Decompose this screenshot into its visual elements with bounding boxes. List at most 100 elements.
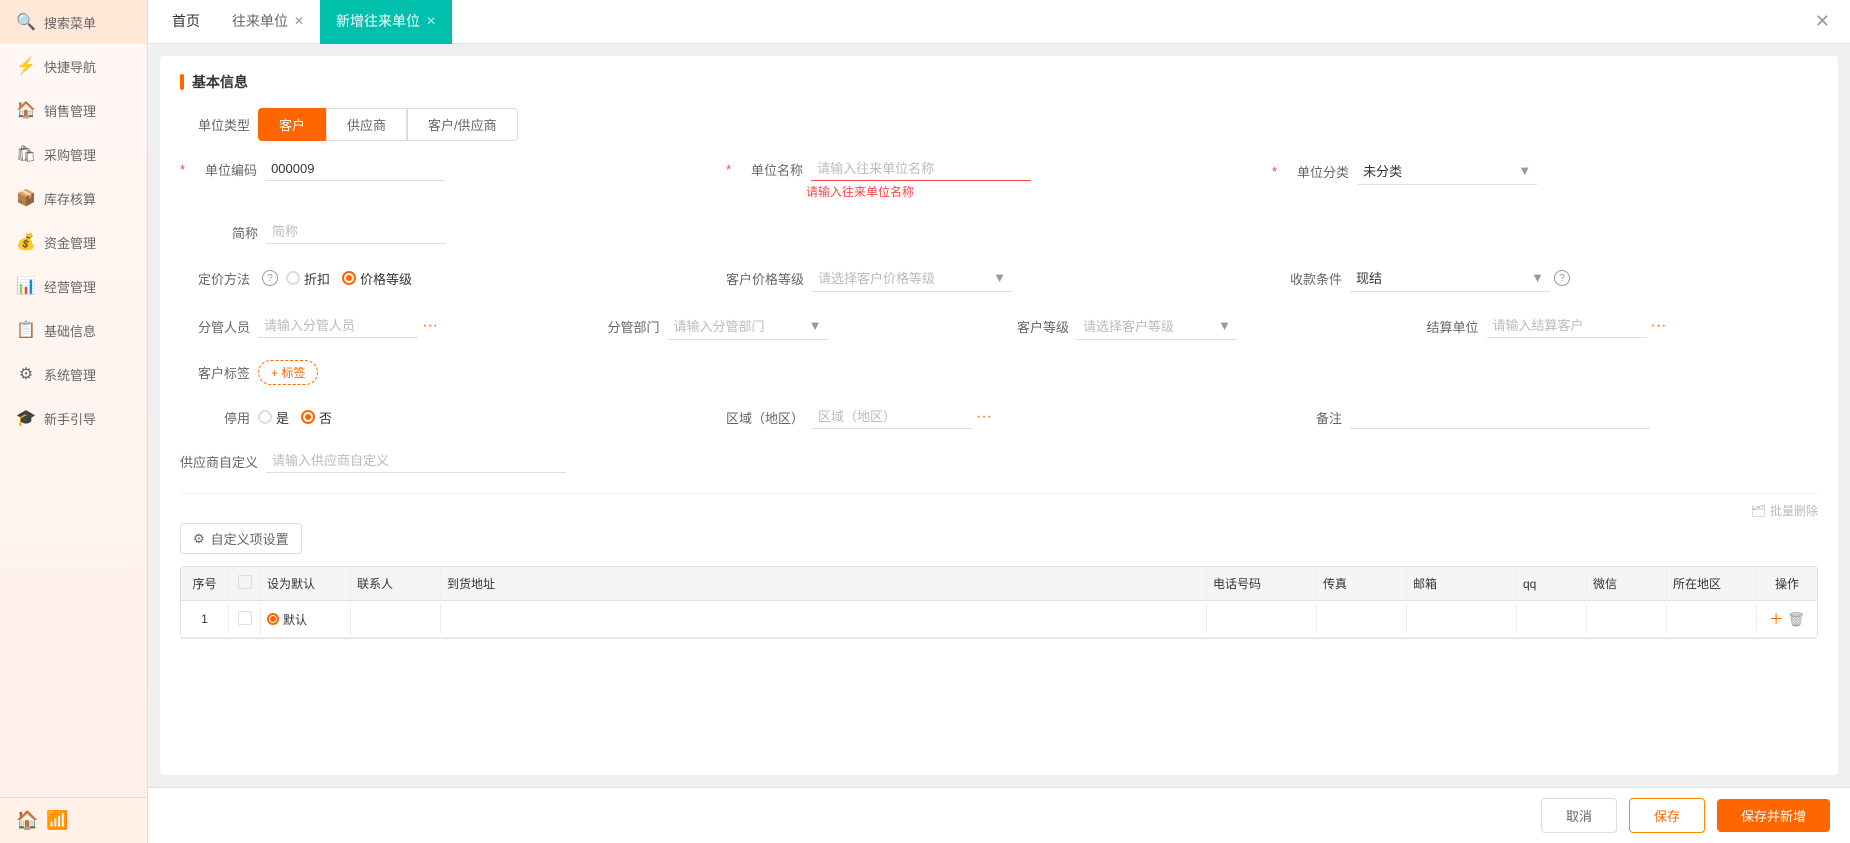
department-label: 分管部门 (590, 317, 660, 336)
required-unit-category: * (1272, 164, 1277, 179)
sidebar-item-quick-nav[interactable]: ⚡ 快捷导航 (0, 44, 147, 88)
window-close-button[interactable]: ✕ (1803, 11, 1842, 32)
manager-ellipsis[interactable]: ··· (418, 317, 442, 335)
row-contact[interactable] (351, 604, 441, 634)
customer-price-level-select[interactable]: 请选择客户价格等级 ▼ (812, 264, 1012, 292)
customer-tag-label: 客户标签 (180, 363, 250, 382)
unit-code-input[interactable] (265, 157, 445, 181)
row-fax-input[interactable] (1323, 612, 1400, 626)
region-ellipsis[interactable]: ··· (972, 408, 996, 426)
row-phone-input[interactable] (1213, 612, 1310, 626)
sidebar-item-inventory[interactable]: 📦 库存核算 (0, 176, 147, 220)
supplier-custom-input[interactable] (266, 449, 566, 473)
sidebar-item-purchase[interactable]: 🛍 采购管理 (0, 132, 147, 176)
contact-table: 序号 设为默认 联系人 到货地址 电话号码 传真 邮箱 qq 微信 所在地区 操… (180, 566, 1818, 639)
sidebar-item-label: 系统管理 (44, 365, 96, 384)
unit-type-customer[interactable]: 客户 (258, 108, 326, 141)
payment-terms-select[interactable]: 现结 ▼ (1350, 264, 1550, 292)
row-contact-input[interactable] (357, 612, 434, 626)
row-delete-icon[interactable]: 🗑 (1787, 611, 1805, 628)
sidebar-item-guide[interactable]: 🎓 新手引导 (0, 396, 147, 440)
payment-terms-help-icon[interactable]: ? (1554, 270, 1570, 286)
row-add-icon[interactable]: ＋ (1769, 609, 1783, 629)
short-name-input[interactable] (266, 220, 446, 244)
row-wechat[interactable] (1587, 604, 1667, 634)
payment-terms-label: 收款条件 (1272, 269, 1342, 288)
sidebar-item-search[interactable]: 🔍 搜索菜单 (0, 0, 147, 44)
unit-type-supplier[interactable]: 供应商 (326, 108, 407, 141)
col-header-seq: 序号 (181, 567, 229, 600)
pricing-discount[interactable]: 折扣 (286, 269, 330, 288)
pricing-help-icon[interactable]: ? (262, 270, 278, 286)
unit-type-group: 客户 供应商 客户/供应商 (258, 108, 518, 141)
short-name-field: 简称 (180, 220, 1810, 244)
row-qq[interactable] (1517, 604, 1587, 634)
row-default-radio[interactable] (267, 613, 279, 625)
sidebar-item-basic-info[interactable]: 📋 基础信息 (0, 308, 147, 352)
settlement-unit-input[interactable] (1487, 314, 1647, 338)
tab-new-trading-partner[interactable]: 新增往来单位 ✕ (320, 0, 452, 44)
sidebar-item-sales[interactable]: 🏠 销售管理 (0, 88, 147, 132)
row-email[interactable] (1407, 604, 1517, 634)
pricing-radio-group: 折扣 价格等级 (286, 269, 412, 288)
tab-home[interactable]: 首页 (156, 0, 216, 44)
unit-category-label: 单位分类 (1279, 162, 1349, 181)
custom-settings-button[interactable]: ⚙ 自定义项设置 (180, 523, 302, 554)
row-check[interactable] (229, 603, 261, 636)
row-wechat-input[interactable] (1593, 612, 1660, 626)
sidebar-item-label: 快捷导航 (44, 57, 96, 76)
tab-new-trading-partner-close[interactable]: ✕ (426, 14, 436, 28)
disabled-yes[interactable]: 是 (258, 408, 289, 427)
batch-delete-btn[interactable]: 🗂 批量删除 (180, 502, 1818, 519)
row-fax[interactable] (1317, 604, 1407, 634)
row-address[interactable] (441, 604, 1207, 634)
tab-trading-partner-close[interactable]: ✕ (294, 14, 304, 28)
remark-input[interactable] (1350, 405, 1650, 429)
sidebar-footer: 🏠 📶 (0, 797, 147, 843)
tab-trading-partner[interactable]: 往来单位 ✕ (216, 0, 320, 44)
sidebar-item-finance[interactable]: 💰 资金管理 (0, 220, 147, 264)
settlement-unit-ellipsis[interactable]: ··· (1647, 317, 1671, 335)
header-checkbox[interactable] (238, 575, 252, 589)
tab-bar: 首页 往来单位 ✕ 新增往来单位 ✕ ✕ (148, 0, 1850, 44)
unit-name-input[interactable] (811, 157, 1031, 181)
disabled-no-radio (301, 410, 315, 424)
save-button[interactable]: 保存 (1629, 798, 1705, 833)
sidebar-item-label: 库存核算 (44, 189, 96, 208)
batch-delete-label: 批量删除 (1770, 502, 1818, 519)
department-select[interactable]: 请输入分管部门 ▼ (668, 312, 828, 340)
row-email-input[interactable] (1413, 612, 1510, 626)
region-input[interactable] (812, 405, 972, 429)
footer-icon-2[interactable]: 📶 (46, 810, 68, 831)
disabled-no[interactable]: 否 (301, 408, 332, 427)
unit-type-both[interactable]: 客户/供应商 (407, 108, 518, 141)
payment-terms-field: 收款条件 现结 ▼ ? (1272, 264, 1810, 292)
sidebar-item-label: 新手引导 (44, 409, 96, 428)
sidebar-item-system[interactable]: ⚙ 系统管理 (0, 352, 147, 396)
footer-icon-1[interactable]: 🏠 (16, 810, 38, 831)
row-qq-input[interactable] (1523, 612, 1580, 626)
bag-icon: 🛍 (16, 144, 36, 164)
sidebar-item-operations[interactable]: 📊 经营管理 (0, 264, 147, 308)
save-new-button[interactable]: 保存并新增 (1717, 799, 1830, 832)
row-checkbox[interactable] (238, 611, 252, 625)
cancel-button[interactable]: 取消 (1541, 798, 1617, 833)
pricing-level-label: 价格等级 (360, 269, 412, 288)
customer-level-select[interactable]: 请选择客户等级 ▼ (1077, 312, 1237, 340)
batch-delete-icon: 🗂 (1751, 504, 1766, 518)
row-region[interactable] (1667, 604, 1757, 634)
department-field: 分管部门 请输入分管部门 ▼ (590, 312, 992, 340)
unit-category-select[interactable]: 未分类 ▼ (1357, 157, 1537, 185)
form-area: 基本信息 单位类型 客户 供应商 客户/供应商 * 单位编码 * 单位名称 (160, 56, 1838, 775)
row-region-input[interactable] (1673, 612, 1750, 626)
row-address-input[interactable] (447, 612, 1200, 626)
box-icon: 📦 (16, 188, 36, 208)
supplier-custom-field: 供应商自定义 (180, 449, 1810, 473)
manager-input[interactable] (258, 314, 418, 338)
pricing-level[interactable]: 价格等级 (342, 269, 412, 288)
search-icon: 🔍 (16, 12, 36, 32)
tag-add-button[interactable]: + 标签 (258, 360, 318, 385)
row-phone[interactable] (1207, 604, 1317, 634)
list-icon: 📋 (16, 320, 36, 340)
row-default: 默认 (261, 603, 351, 636)
